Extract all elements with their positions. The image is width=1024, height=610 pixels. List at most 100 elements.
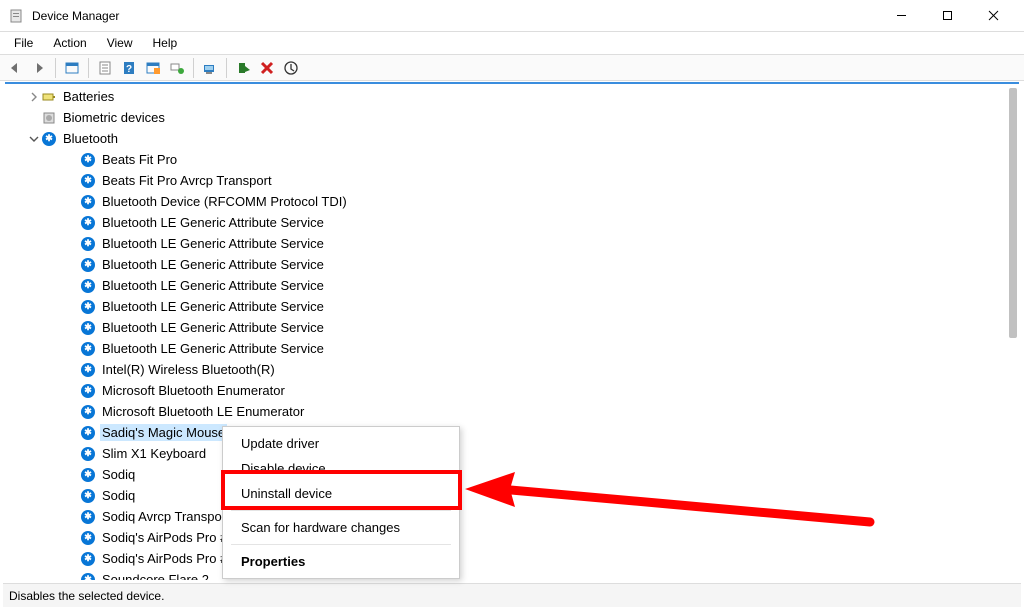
bluetooth-icon: ✱ bbox=[80, 152, 96, 168]
tree-label: Sodiq Avrcp Transpor bbox=[100, 508, 228, 525]
bluetooth-icon: ✱ bbox=[41, 131, 57, 147]
tree-item[interactable]: ✱Bluetooth LE Generic Attribute Service bbox=[5, 296, 1005, 317]
tree-label: Bluetooth LE Generic Attribute Service bbox=[100, 235, 326, 252]
bluetooth-icon: ✱ bbox=[80, 173, 96, 189]
bluetooth-icon: ✱ bbox=[80, 467, 96, 483]
battery-icon bbox=[41, 89, 57, 105]
tree-label: Batteries bbox=[61, 88, 116, 105]
tree-category[interactable]: ✱Bluetooth bbox=[5, 128, 1005, 149]
bluetooth-icon: ✱ bbox=[80, 257, 96, 273]
tree-label: Sodiq's AirPods Pro # bbox=[100, 529, 229, 546]
biometric-icon bbox=[41, 110, 57, 126]
tree-item[interactable]: ✱Bluetooth LE Generic Attribute Service bbox=[5, 212, 1005, 233]
tree-item[interactable]: ✱Bluetooth Device (RFCOMM Protocol TDI) bbox=[5, 191, 1005, 212]
context-menu-item[interactable]: Disable device bbox=[223, 456, 459, 481]
tree-category[interactable]: Batteries bbox=[5, 86, 1005, 107]
enable-button[interactable] bbox=[232, 57, 254, 79]
bluetooth-icon: ✱ bbox=[80, 383, 96, 399]
statusbar: Disables the selected device. bbox=[3, 583, 1021, 607]
tree-label: Sodiq's AirPods Pro # bbox=[100, 550, 229, 567]
scan-button[interactable] bbox=[166, 57, 188, 79]
tree-item[interactable]: ✱Sodiq bbox=[5, 485, 1005, 506]
back-button[interactable] bbox=[4, 57, 26, 79]
bluetooth-icon: ✱ bbox=[80, 530, 96, 546]
context-menu-item[interactable]: Uninstall device bbox=[223, 481, 459, 506]
uninstall-button[interactable] bbox=[256, 57, 278, 79]
tree-item[interactable]: ✱Soundcore Flare 2 bbox=[5, 569, 1005, 580]
action-button[interactable] bbox=[142, 57, 164, 79]
tree-label: Slim X1 Keyboard bbox=[100, 445, 208, 462]
tree-item[interactable]: ✱Sodiq's AirPods Pro # bbox=[5, 527, 1005, 548]
context-menu-item[interactable]: Scan for hardware changes bbox=[223, 515, 459, 540]
tree-item[interactable]: ✱Bluetooth LE Generic Attribute Service bbox=[5, 254, 1005, 275]
tree-item[interactable]: ✱Sodiq bbox=[5, 464, 1005, 485]
tree-label: Microsoft Bluetooth LE Enumerator bbox=[100, 403, 306, 420]
tree-item[interactable]: ✱Beats Fit Pro Avrcp Transport bbox=[5, 170, 1005, 191]
scrollbar[interactable] bbox=[1005, 84, 1019, 580]
svg-text:?: ? bbox=[126, 64, 132, 75]
tree-item[interactable]: ✱Intel(R) Wireless Bluetooth(R) bbox=[5, 359, 1005, 380]
device-tree[interactable]: BatteriesBiometric devices✱Bluetooth✱Bea… bbox=[5, 86, 1005, 580]
tree-item[interactable]: ✱Bluetooth LE Generic Attribute Service bbox=[5, 317, 1005, 338]
tree-item[interactable]: ✱Microsoft Bluetooth LE Enumerator bbox=[5, 401, 1005, 422]
bluetooth-icon: ✱ bbox=[80, 404, 96, 420]
tree-item[interactable]: ✱Bluetooth LE Generic Attribute Service bbox=[5, 233, 1005, 254]
bluetooth-icon: ✱ bbox=[80, 551, 96, 567]
toolbar: ? bbox=[0, 54, 1024, 81]
show-hidden-button[interactable] bbox=[61, 57, 83, 79]
disable-button[interactable] bbox=[280, 57, 302, 79]
tree-label: Sodiq bbox=[100, 487, 137, 504]
tree-label: Bluetooth Device (RFCOMM Protocol TDI) bbox=[100, 193, 349, 210]
properties-button[interactable] bbox=[94, 57, 116, 79]
tree-label: Bluetooth LE Generic Attribute Service bbox=[100, 256, 326, 273]
window-titlebar: Device Manager bbox=[0, 0, 1024, 32]
tree-label: Microsoft Bluetooth Enumerator bbox=[100, 382, 287, 399]
app-icon bbox=[8, 8, 24, 24]
menu-file[interactable]: File bbox=[6, 34, 41, 52]
tree-item[interactable]: ✱Sodiq's AirPods Pro # bbox=[5, 548, 1005, 569]
tree-label: Biometric devices bbox=[61, 109, 167, 126]
tree-item[interactable]: ✱Sodiq Avrcp Transpor bbox=[5, 506, 1005, 527]
minimize-button[interactable] bbox=[878, 1, 924, 31]
tree-item[interactable]: ✱Bluetooth LE Generic Attribute Service bbox=[5, 338, 1005, 359]
context-menu-item[interactable]: Update driver bbox=[223, 431, 459, 456]
maximize-button[interactable] bbox=[924, 1, 970, 31]
tree-label: Beats Fit Pro Avrcp Transport bbox=[100, 172, 274, 189]
context-menu-separator bbox=[231, 544, 451, 545]
forward-button[interactable] bbox=[28, 57, 50, 79]
help-button[interactable]: ? bbox=[118, 57, 140, 79]
bluetooth-icon: ✱ bbox=[80, 446, 96, 462]
scrollbar-thumb[interactable] bbox=[1009, 88, 1017, 338]
close-button[interactable] bbox=[970, 1, 1016, 31]
context-menu-item[interactable]: Properties bbox=[223, 549, 459, 574]
menu-action[interactable]: Action bbox=[45, 34, 94, 52]
bluetooth-icon: ✱ bbox=[80, 236, 96, 252]
bluetooth-icon: ✱ bbox=[80, 278, 96, 294]
tree-category[interactable]: Biometric devices bbox=[5, 107, 1005, 128]
menu-help[interactable]: Help bbox=[145, 34, 186, 52]
tree-item[interactable]: ✱Microsoft Bluetooth Enumerator bbox=[5, 380, 1005, 401]
tree-label: Bluetooth bbox=[61, 130, 120, 147]
statusbar-text: Disables the selected device. bbox=[9, 589, 164, 603]
bluetooth-icon: ✱ bbox=[80, 488, 96, 504]
bluetooth-icon: ✱ bbox=[80, 509, 96, 525]
bluetooth-icon: ✱ bbox=[80, 425, 96, 441]
tree-item[interactable]: ✱Slim X1 Keyboard bbox=[5, 443, 1005, 464]
tree-label: Intel(R) Wireless Bluetooth(R) bbox=[100, 361, 277, 378]
tree-item[interactable]: ✱Beats Fit Pro bbox=[5, 149, 1005, 170]
tree-label: Soundcore Flare 2 bbox=[100, 571, 211, 580]
bluetooth-icon: ✱ bbox=[80, 299, 96, 315]
menu-view[interactable]: View bbox=[99, 34, 141, 52]
bluetooth-icon: ✱ bbox=[80, 341, 96, 357]
bluetooth-icon: ✱ bbox=[80, 215, 96, 231]
update-driver-button[interactable] bbox=[199, 57, 221, 79]
tree-item[interactable]: ✱Bluetooth LE Generic Attribute Service bbox=[5, 275, 1005, 296]
bluetooth-icon: ✱ bbox=[80, 194, 96, 210]
context-menu-separator bbox=[231, 510, 451, 511]
context-menu: Update driverDisable deviceUninstall dev… bbox=[222, 426, 460, 579]
bluetooth-icon: ✱ bbox=[80, 320, 96, 336]
window-title: Device Manager bbox=[32, 9, 878, 23]
tree-label: Bluetooth LE Generic Attribute Service bbox=[100, 340, 326, 357]
tree-item[interactable]: ✱Sadiq's Magic Mouse bbox=[5, 422, 1005, 443]
tree-label: Sodiq bbox=[100, 466, 137, 483]
